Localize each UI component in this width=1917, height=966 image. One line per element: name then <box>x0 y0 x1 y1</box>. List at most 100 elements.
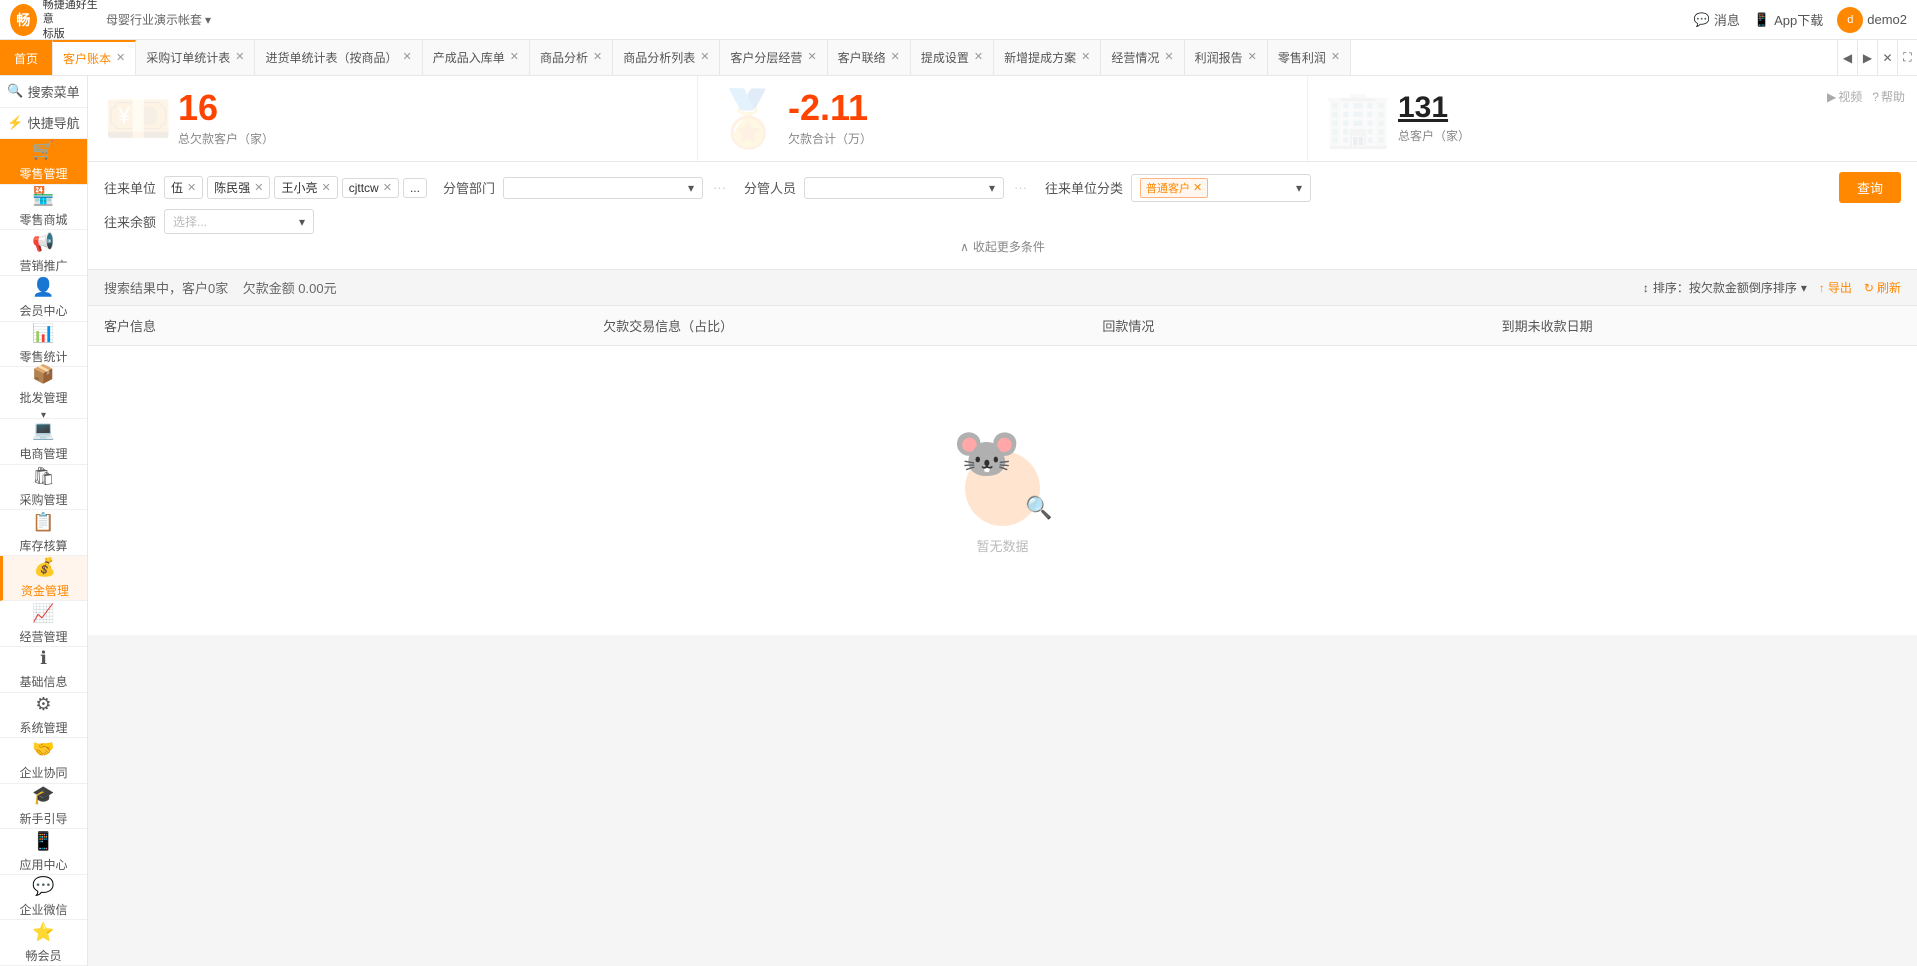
remove-tag-cjttcw[interactable]: ✕ <box>383 181 392 194</box>
dept-select[interactable]: ▾ <box>503 177 703 199</box>
top-bar-left: 畅 畅捷通好生意 标版 母婴行业演示帐套 ▾ <box>10 0 211 41</box>
nav-next-btn[interactable]: ▶ <box>1857 40 1877 76</box>
result-actions: ↕ 排序：按欠款金额倒序排序 ▾ ↑ 导出 ↻ 刷新 <box>1643 279 1901 296</box>
remove-tag-wu[interactable]: ✕ <box>187 181 196 194</box>
tab-add-commission[interactable]: 新增提成方案 ✕ <box>994 40 1101 76</box>
sidebar-item-marketing[interactable]: 📢 营销推广 <box>0 230 87 276</box>
close-tab-contact[interactable]: ✕ <box>891 52 900 63</box>
sort-icon: ↕ <box>1643 281 1649 295</box>
sidebar-item-finance[interactable]: 💰 资金管理 <box>0 556 87 602</box>
filter-row-1: 往来单位 伍 ✕ 陈民强 ✕ 王小亮 ✕ cjttcw <box>104 172 1901 203</box>
sidebar-item-vip[interactable]: ⭐ 畅会员 <box>0 920 87 966</box>
remove-category-tag[interactable]: ✕ <box>1193 181 1202 194</box>
sidebar-item-purchase[interactable]: 🛍 采购管理 <box>0 465 87 511</box>
marketing-icon: 📢 <box>32 232 54 253</box>
top-bar-right: 💬 消息 📱 App下载 d demo2 <box>1694 7 1907 33</box>
tab-product-analysis-list[interactable]: 商品分析列表 ✕ <box>613 40 720 76</box>
tab-inbound-stats[interactable]: 进货单统计表（按商品） ✕ <box>255 40 422 76</box>
close-tab-customer-ledger[interactable]: ✕ <box>116 53 125 64</box>
category-select[interactable]: 普通客户 ✕ ▾ <box>1131 174 1311 202</box>
sidebar-item-app-center[interactable]: 📱 应用中心 <box>0 829 87 875</box>
close-tab-purchase[interactable]: ✕ <box>235 52 244 63</box>
nav-prev-btn[interactable]: ◀ <box>1837 40 1857 76</box>
balance-label: 往来余额 <box>104 212 156 231</box>
close-tab-commission[interactable]: ✕ <box>974 52 983 63</box>
video-btn[interactable]: ▶ 视频 <box>1827 88 1862 105</box>
tab-home[interactable]: 首页 <box>0 40 53 76</box>
sidebar-item-retail-stats[interactable]: 📊 零售统计 <box>0 322 87 368</box>
filter-tag-more[interactable]: ... <box>403 178 427 198</box>
col-header-date: 到期未收款日期 <box>1502 316 1901 335</box>
sidebar-item-basic-info[interactable]: ℹ 基础信息 <box>0 647 87 693</box>
account-dropdown[interactable]: 母婴行业演示帐套 ▾ <box>106 11 211 28</box>
logo-area: 畅 畅捷通好生意 标版 <box>10 0 98 41</box>
close-tab-add-commission[interactable]: ✕ <box>1081 52 1090 63</box>
video-icon: ▶ <box>1827 90 1836 104</box>
close-tab-retail-profit[interactable]: ✕ <box>1331 52 1340 63</box>
message-btn[interactable]: 💬 消息 <box>1694 10 1740 29</box>
close-tab-customer-layer[interactable]: ✕ <box>807 52 816 63</box>
col-header-debt: 欠款交易信息（占比） <box>603 316 1102 335</box>
tab-product-analysis[interactable]: 商品分析 ✕ <box>530 40 613 76</box>
table-container: 客户信息 欠款交易信息（占比） 回款情况 到期未收款日期 🐭 🔍 暂无数据 <box>88 305 1917 635</box>
tab-retail-profit[interactable]: 零售利润 ✕ <box>1268 40 1351 76</box>
sidebar-item-retail[interactable]: 🛒 零售管理 <box>0 139 87 185</box>
wholesale-icon: 📦 <box>32 364 54 385</box>
stat-bg-icon-3: 🏢 <box>1324 86 1392 151</box>
sidebar-item-retail-mall[interactable]: 🏪 零售商城 <box>0 185 87 231</box>
close-tab-product-analysis[interactable]: ✕ <box>593 52 602 63</box>
refresh-button[interactable]: ↻ 刷新 <box>1864 279 1901 296</box>
tab-commission-settings[interactable]: 提成设置 ✕ <box>911 40 994 76</box>
stat-label-debt: 欠款合计（万） <box>788 130 872 147</box>
video-help-area: ▶ 视频 ? 帮助 <box>1827 88 1905 105</box>
operation-icon: 📈 <box>32 603 54 624</box>
sidebar-item-guide[interactable]: 🎓 新手引导 <box>0 784 87 830</box>
sidebar-search[interactable]: 🔍 搜索菜单 <box>0 76 87 108</box>
close-tab-product-list[interactable]: ✕ <box>700 52 709 63</box>
nav-close-all-btn[interactable]: ✕ <box>1877 40 1897 76</box>
tab-customer-layer[interactable]: 客户分层经营 ✕ <box>720 40 827 76</box>
sidebar-item-system[interactable]: ⚙ 系统管理 <box>0 693 87 739</box>
export-button[interactable]: ↑ 导出 <box>1819 279 1852 296</box>
nav-arrows: ◀ ▶ ✕ ⛶ <box>1837 40 1917 76</box>
close-tab-inbound[interactable]: ✕ <box>403 52 412 63</box>
sort-button[interactable]: ↕ 排序：按欠款金额倒序排序 ▾ <box>1643 279 1807 296</box>
sidebar-item-inventory[interactable]: 📋 库存核算 <box>0 510 87 556</box>
guide-icon: 🎓 <box>32 785 54 806</box>
stat-label-customers: 总欠款客户（家） <box>178 130 274 147</box>
close-tab-operation[interactable]: ✕ <box>1164 52 1173 63</box>
collab-icon: 🤝 <box>32 739 54 760</box>
stat-label-total: 总客户（家） <box>1398 127 1470 144</box>
sidebar-item-collaboration[interactable]: 🤝 企业协同 <box>0 738 87 784</box>
balance-select[interactable]: 选择... ▾ <box>164 209 314 234</box>
person-select[interactable]: ▾ <box>804 177 1004 199</box>
query-button[interactable]: 查询 <box>1839 172 1901 203</box>
avatar: d <box>1837 7 1863 33</box>
close-tab-profit[interactable]: ✕ <box>1248 52 1257 63</box>
sidebar-item-ecommerce[interactable]: 💻 电商管理 <box>0 419 87 465</box>
sidebar-item-operation[interactable]: 📈 经营管理 <box>0 601 87 647</box>
tab-customer-contact[interactable]: 客户联络 ✕ <box>828 40 911 76</box>
nav-expand-btn[interactable]: ⛶ <box>1897 40 1917 76</box>
close-tab-storage[interactable]: ✕ <box>510 52 519 63</box>
sidebar-quick-nav[interactable]: ⚡ 快捷导航 <box>0 108 87 140</box>
app-download-btn[interactable]: 📱 App下载 <box>1754 10 1823 29</box>
collapse-btn[interactable]: ∧ 收起更多条件 <box>104 234 1901 259</box>
user-area[interactable]: d demo2 <box>1837 7 1907 33</box>
filter-tag-cjttcw: cjttcw ✕ <box>342 178 399 198</box>
tab-operation[interactable]: 经营情况 ✕ <box>1101 40 1184 76</box>
stat-number-customers: 16 <box>178 90 274 126</box>
purchase-icon: 🛍 <box>32 466 55 487</box>
remove-tag-chen[interactable]: ✕ <box>254 181 263 194</box>
category-label: 往来单位分类 <box>1045 178 1123 197</box>
sidebar-item-member[interactable]: 👤 会员中心 <box>0 276 87 322</box>
sidebar-item-wholesale[interactable]: 📦 批发管理 ▾ <box>0 367 87 419</box>
tab-product-storage[interactable]: 产成品入库单 ✕ <box>423 40 530 76</box>
search-magnifier-icon: 🔍 <box>1025 495 1052 521</box>
tab-profit-report[interactable]: 利润报告 ✕ <box>1185 40 1268 76</box>
sidebar-item-wecom[interactable]: 💬 企业微信 <box>0 875 87 921</box>
help-btn[interactable]: ? 帮助 <box>1872 88 1905 105</box>
tab-customer-ledger[interactable]: 客户账本 ✕ <box>53 40 136 76</box>
remove-tag-wang[interactable]: ✕ <box>322 181 331 194</box>
tab-purchase-order-stats[interactable]: 采购订单统计表 ✕ <box>136 40 255 76</box>
